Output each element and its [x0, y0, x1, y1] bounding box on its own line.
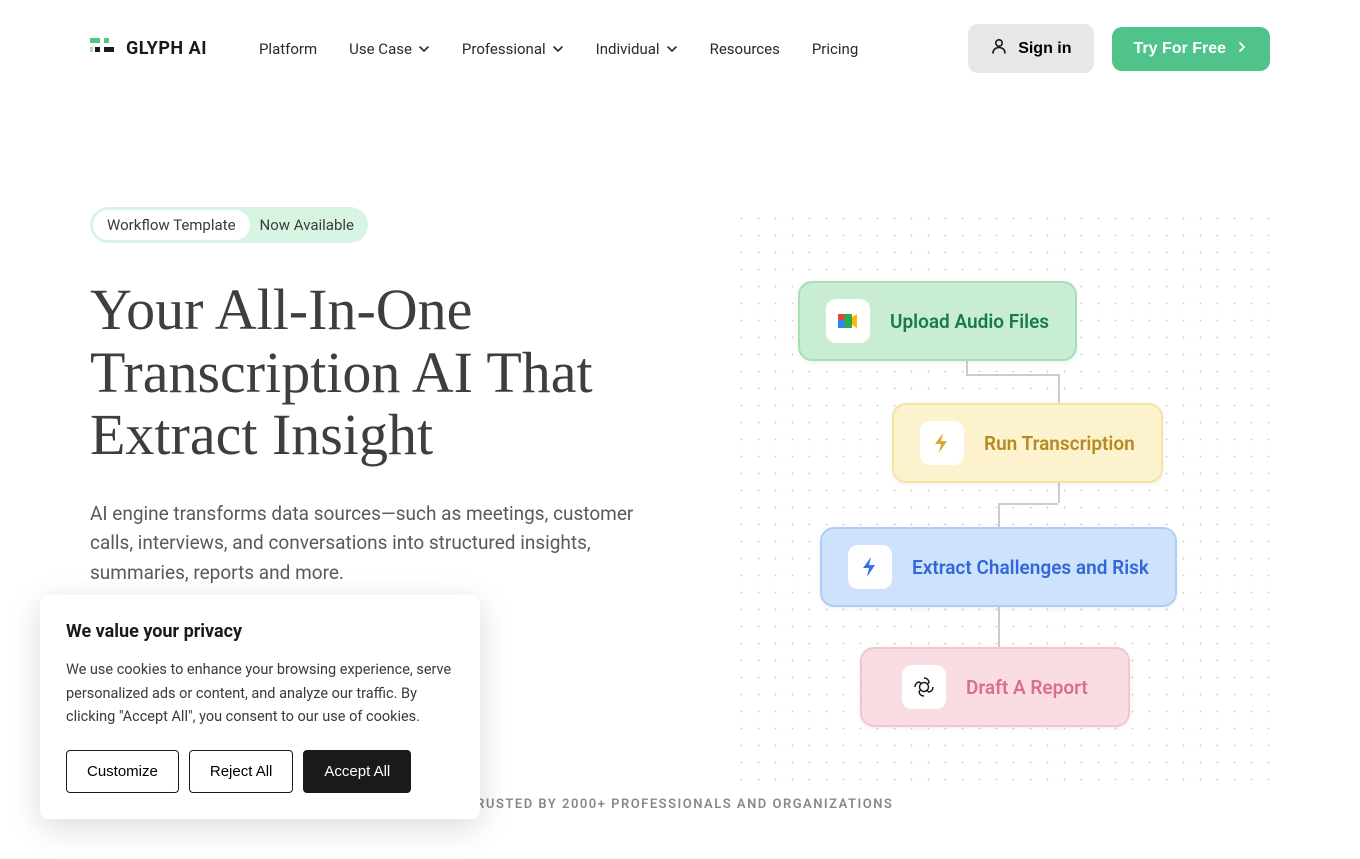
cookie-consent-dialog: We value your privacy We use cookies to …	[40, 595, 480, 819]
feature-badge[interactable]: Workflow Template Now Available	[90, 207, 368, 243]
flow-step-upload: Upload Audio Files	[798, 281, 1077, 361]
hero-title: Your All-In-One Transcription AI That Ex…	[90, 279, 690, 467]
header: GLYPH AI Platform Use Case Professional …	[0, 0, 1360, 97]
flow-step-label: Upload Audio Files	[890, 310, 1049, 333]
connector-line	[1058, 374, 1060, 403]
badge-text: Now Available	[260, 216, 354, 234]
sign-in-label: Sign in	[1018, 40, 1071, 58]
connector-line	[966, 374, 1058, 376]
nav-label: Professional	[462, 40, 546, 58]
cookie-title: We value your privacy	[66, 621, 454, 642]
flow-step-label: Draft A Report	[966, 676, 1088, 699]
nav-label: Resources	[710, 40, 780, 58]
connector-line	[998, 503, 1000, 527]
connector-line	[998, 602, 1000, 647]
logo-mark-icon	[90, 38, 120, 60]
cookie-body: We use cookies to enhance your browsing …	[66, 658, 454, 728]
nav-item-individual[interactable]: Individual	[596, 40, 678, 58]
workflow-diagram: Upload Audio Files Run Transcription Ext…	[730, 207, 1270, 787]
connector-line	[998, 503, 1058, 505]
try-free-label: Try For Free	[1134, 40, 1226, 58]
cookie-button-row: Customize Reject All Accept All	[66, 750, 454, 793]
flow-step-draft: Draft A Report	[860, 647, 1130, 727]
nav-item-platform[interactable]: Platform	[259, 40, 317, 58]
accept-all-button[interactable]: Accept All	[303, 750, 411, 793]
flow-step-transcribe: Run Transcription	[892, 403, 1163, 483]
chevron-down-icon	[418, 43, 430, 55]
flow-step-label: Extract Challenges and Risk	[912, 556, 1149, 579]
nav-item-resources[interactable]: Resources	[710, 40, 780, 58]
nav-label: Use Case	[349, 40, 412, 58]
sign-in-button[interactable]: Sign in	[968, 24, 1093, 73]
logo[interactable]: GLYPH AI	[90, 38, 207, 60]
nav-item-use-case[interactable]: Use Case	[349, 40, 430, 58]
reject-all-button[interactable]: Reject All	[189, 750, 294, 793]
nav-label: Individual	[596, 40, 660, 58]
chevron-down-icon	[552, 43, 564, 55]
lightning-icon	[848, 545, 892, 589]
flow-step-label: Run Transcription	[984, 432, 1135, 455]
hero-description: AI engine transforms data sources—such a…	[90, 499, 650, 587]
flow-step-extract: Extract Challenges and Risk	[820, 527, 1177, 607]
badge-pill: Workflow Template	[93, 210, 250, 240]
meet-app-icon	[826, 299, 870, 343]
nav-item-professional[interactable]: Professional	[462, 40, 564, 58]
logo-text: GLYPH AI	[126, 38, 207, 59]
chevron-down-icon	[666, 43, 678, 55]
lightning-icon	[920, 421, 964, 465]
nav-label: Pricing	[812, 40, 858, 58]
customize-button[interactable]: Customize	[66, 750, 179, 793]
user-icon	[990, 37, 1008, 60]
nav-label: Platform	[259, 40, 317, 58]
try-for-free-button[interactable]: Try For Free	[1112, 27, 1270, 71]
nav-item-pricing[interactable]: Pricing	[812, 40, 858, 58]
openai-icon	[902, 665, 946, 709]
chevron-right-icon	[1236, 40, 1248, 58]
main-nav: Platform Use Case Professional Individua…	[259, 40, 858, 58]
header-actions: Sign in Try For Free	[968, 24, 1270, 73]
